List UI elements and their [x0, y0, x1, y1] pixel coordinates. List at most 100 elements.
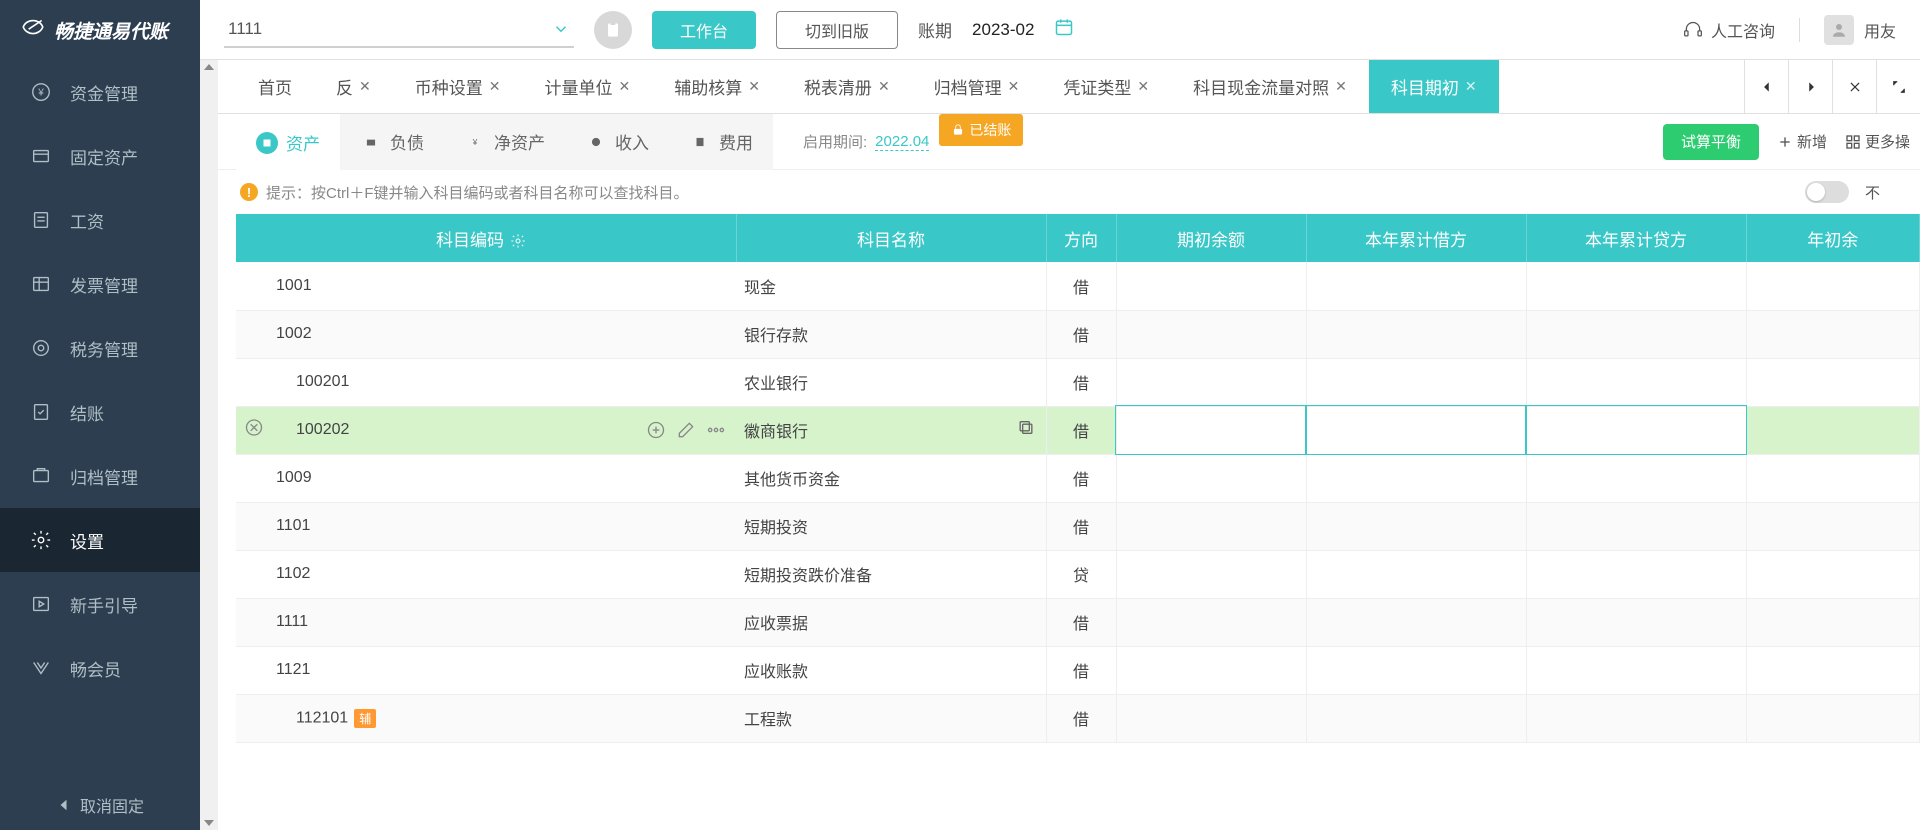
tab-close-all[interactable] [1832, 60, 1876, 113]
table-row[interactable]: 1002银行存款借 [236, 310, 1920, 358]
close-icon[interactable]: ✕ [1008, 78, 1020, 95]
more-icon[interactable] [706, 420, 726, 440]
subtab-0[interactable]: 资产 [236, 114, 340, 170]
user-menu[interactable]: 用友 [1824, 15, 1896, 45]
tab-4[interactable]: 辅助核算✕ [652, 60, 782, 113]
sidebar-item-2[interactable]: 工资 [0, 188, 200, 252]
table-row[interactable]: 1101短期投资借 [236, 502, 1920, 550]
clipboard-button[interactable] [594, 11, 632, 49]
table-row[interactable]: 112101辅工程款借 [236, 694, 1920, 742]
copy-icon[interactable] [1016, 418, 1036, 443]
sidebar-item-5[interactable]: 结账 [0, 380, 200, 444]
table-row[interactable]: 1009其他货币资金借 [236, 454, 1920, 502]
tab-3[interactable]: 计量单位✕ [522, 60, 652, 113]
ytd-credit-cell[interactable] [1526, 262, 1746, 310]
ytd-debit-cell[interactable] [1306, 646, 1526, 694]
tab-expand[interactable] [1876, 60, 1920, 113]
more-button[interactable]: 更多操 [1845, 131, 1910, 152]
company-select[interactable]: 1111 [224, 12, 574, 48]
sidebar-item-3[interactable]: 发票管理 [0, 252, 200, 316]
toggle-switch[interactable] [1805, 181, 1849, 203]
ytd-credit-cell[interactable] [1526, 598, 1746, 646]
table-row[interactable]: 1121应收账款借 [236, 646, 1920, 694]
delete-icon[interactable] [244, 418, 264, 443]
ytd-credit-cell[interactable] [1526, 406, 1746, 454]
ytd-debit-cell[interactable] [1306, 454, 1526, 502]
opening-balance-cell[interactable] [1116, 694, 1306, 742]
close-icon[interactable]: ✕ [618, 78, 630, 95]
opening-balance-cell[interactable] [1116, 598, 1306, 646]
year-begin-cell[interactable] [1746, 406, 1920, 454]
table-row[interactable]: 100202徽商银行借 [236, 406, 1920, 454]
table-row[interactable]: 1102短期投资跌价准备贷 [236, 550, 1920, 598]
table-row[interactable]: 1111应收票据借 [236, 598, 1920, 646]
ytd-debit-cell[interactable] [1306, 550, 1526, 598]
tab-0[interactable]: 首页 [236, 60, 314, 113]
ytd-credit-cell[interactable] [1526, 550, 1746, 598]
opening-balance-cell[interactable] [1116, 358, 1306, 406]
close-icon[interactable]: ✕ [748, 78, 760, 95]
close-icon[interactable]: ✕ [359, 78, 371, 95]
tab-5[interactable]: 税表清册✕ [782, 60, 912, 113]
edit-icon[interactable] [676, 420, 696, 440]
tab-6[interactable]: 归档管理✕ [912, 60, 1042, 113]
ytd-credit-cell[interactable] [1526, 358, 1746, 406]
tab-1[interactable]: 反✕ [314, 60, 393, 113]
subtab-3[interactable]: 收入 [565, 114, 669, 170]
year-begin-cell[interactable] [1746, 646, 1920, 694]
year-begin-cell[interactable] [1746, 502, 1920, 550]
opening-balance-cell[interactable] [1116, 262, 1306, 310]
tab-8[interactable]: 科目现金流量对照✕ [1171, 60, 1369, 113]
subtab-2[interactable]: ¥净资产 [444, 114, 565, 170]
year-begin-cell[interactable] [1746, 598, 1920, 646]
close-icon[interactable]: ✕ [878, 78, 890, 95]
tab-prev[interactable] [1744, 60, 1788, 113]
ytd-debit-cell[interactable] [1306, 358, 1526, 406]
close-icon[interactable]: ✕ [489, 78, 501, 95]
sidebar-item-1[interactable]: 固定资产 [0, 124, 200, 188]
enable-period-value[interactable]: 2022.04 [875, 133, 929, 151]
opening-balance-cell[interactable] [1116, 550, 1306, 598]
year-begin-cell[interactable] [1746, 262, 1920, 310]
sidebar-item-7[interactable]: 设置 [0, 508, 200, 572]
switch-old-button[interactable]: 切到旧版 [776, 11, 898, 49]
ytd-debit-cell[interactable] [1306, 502, 1526, 550]
gear-icon[interactable] [504, 231, 526, 250]
close-icon[interactable]: ✕ [1137, 78, 1149, 95]
tab-next[interactable] [1788, 60, 1832, 113]
sidebar-item-9[interactable]: 畅会员 [0, 636, 200, 700]
ytd-debit-cell[interactable] [1306, 310, 1526, 358]
add-icon[interactable] [646, 420, 666, 440]
year-begin-cell[interactable] [1746, 310, 1920, 358]
close-icon[interactable]: ✕ [1465, 78, 1477, 95]
table-row[interactable]: 100201农业银行借 [236, 358, 1920, 406]
opening-balance-cell[interactable] [1116, 502, 1306, 550]
sidebar-item-6[interactable]: 归档管理 [0, 444, 200, 508]
sidebar-item-4[interactable]: 税务管理 [0, 316, 200, 380]
opening-balance-cell[interactable] [1116, 454, 1306, 502]
ytd-debit-cell[interactable] [1306, 406, 1526, 454]
tab-7[interactable]: 凭证类型✕ [1041, 60, 1171, 113]
ytd-credit-cell[interactable] [1526, 646, 1746, 694]
opening-balance-cell[interactable] [1116, 646, 1306, 694]
tab-9[interactable]: 科目期初✕ [1369, 60, 1499, 113]
sidebar-item-0[interactable]: ¥资金管理 [0, 60, 200, 124]
ytd-debit-cell[interactable] [1306, 262, 1526, 310]
add-button[interactable]: 新增 [1777, 131, 1827, 152]
opening-balance-cell[interactable] [1116, 406, 1306, 454]
sidebar-item-8[interactable]: 新手引导 [0, 572, 200, 636]
tab-2[interactable]: 币种设置✕ [393, 60, 523, 113]
year-begin-cell[interactable] [1746, 454, 1920, 502]
workbench-button[interactable]: 工作台 [652, 11, 756, 49]
ytd-debit-cell[interactable] [1306, 694, 1526, 742]
ytd-credit-cell[interactable] [1526, 310, 1746, 358]
year-begin-cell[interactable] [1746, 550, 1920, 598]
subtab-4[interactable]: 费用 [669, 114, 773, 170]
ytd-credit-cell[interactable] [1526, 502, 1746, 550]
close-icon[interactable]: ✕ [1335, 78, 1347, 95]
trial-balance-button[interactable]: 试算平衡 [1663, 124, 1759, 160]
year-begin-cell[interactable] [1746, 694, 1920, 742]
table-row[interactable]: 1001现金借 [236, 262, 1920, 310]
sidebar-unpin[interactable]: 取消固定 [0, 780, 200, 830]
ytd-debit-cell[interactable] [1306, 598, 1526, 646]
